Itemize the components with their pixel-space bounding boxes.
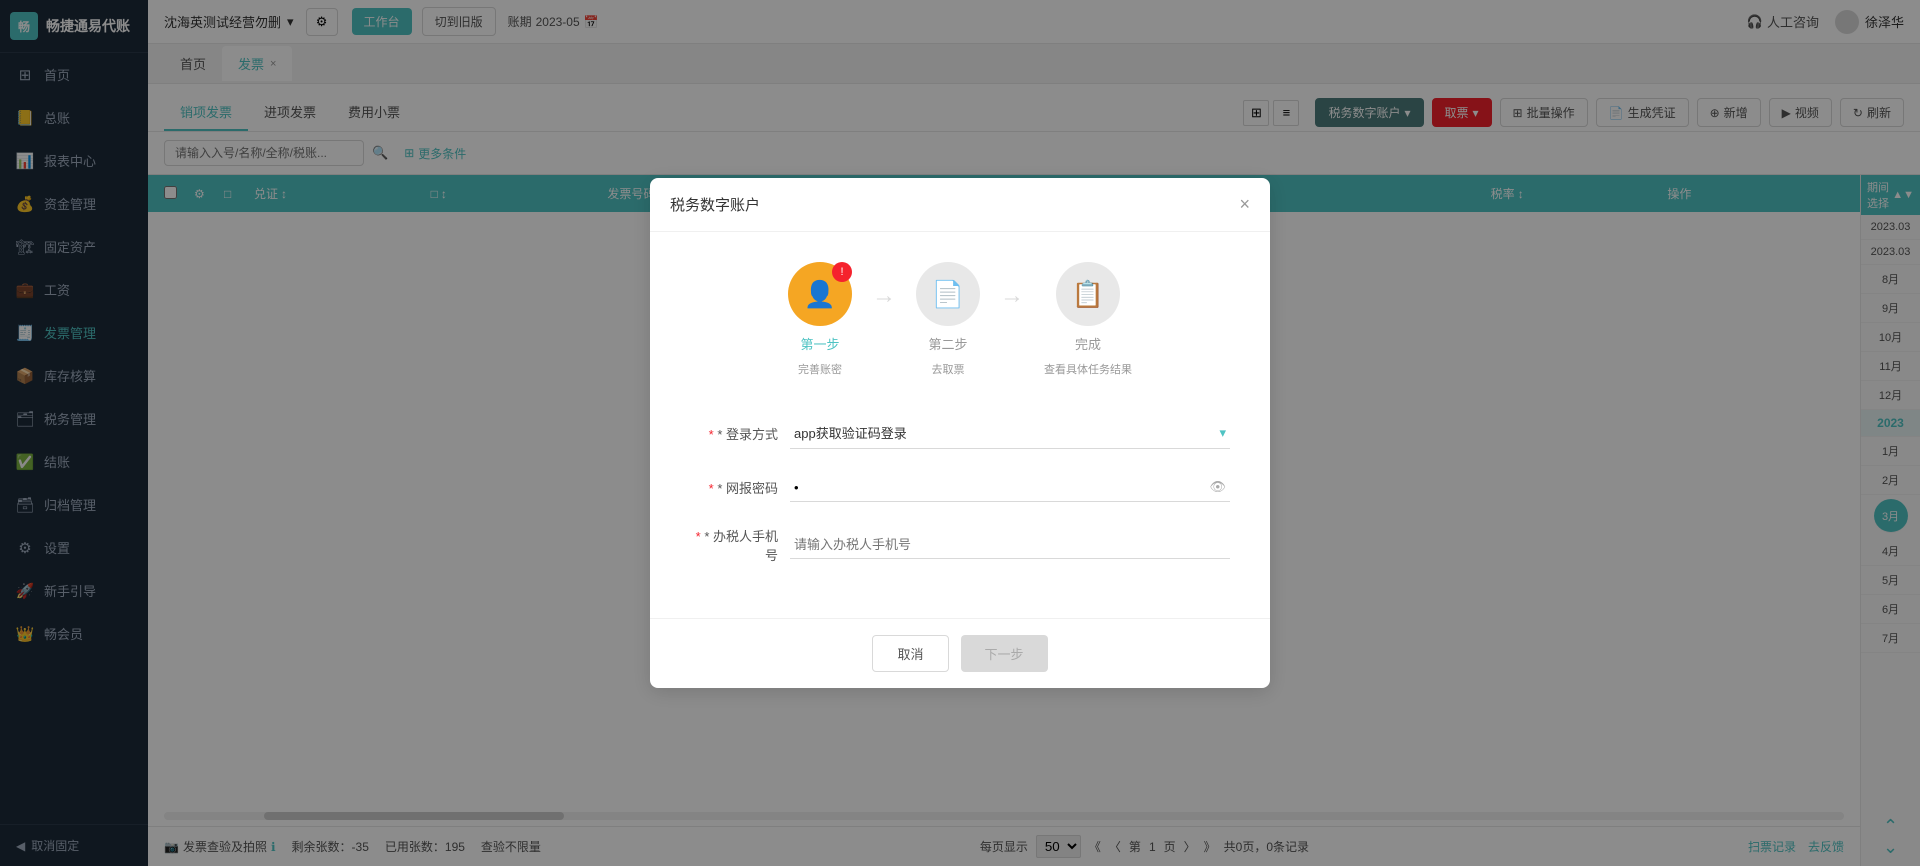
step1-icon-symbol: 👤 <box>804 279 836 310</box>
modal-header: 税务数字账户 × <box>650 178 1270 232</box>
login-method-row: * 登录方式 app获取验证码登录 ▾ <box>690 417 1230 449</box>
step1-desc: 完善账密 <box>798 361 842 377</box>
step1-badge-text: ! <box>840 266 843 278</box>
password-input[interactable] <box>794 480 1209 495</box>
phone-label: * 办税人手机号 <box>690 526 790 564</box>
step-arrow-2: → <box>980 262 1044 310</box>
step-3: 📋 完成 查看具体任务结果 <box>1044 262 1132 377</box>
login-method-value: app获取验证码登录 <box>794 423 907 442</box>
next-btn[interactable]: 下一步 <box>961 635 1048 672</box>
step-1: 👤 ! 第一步 完善账密 <box>788 262 852 377</box>
steps: 👤 ! 第一步 完善账密 → 📄 第二步 去取票 <box>690 262 1230 377</box>
step2-icon: 📄 <box>916 262 980 326</box>
password-field: 👁 <box>790 473 1230 502</box>
step2-label: 第二步 <box>928 334 967 353</box>
step2-desc: 去取票 <box>932 361 965 377</box>
modal-footer: 取消 下一步 <box>650 618 1270 688</box>
login-method-label: * 登录方式 <box>690 424 790 443</box>
phone-row: * 办税人手机号 <box>690 526 1230 564</box>
step2-icon-symbol: 📄 <box>932 279 964 310</box>
step-arrow-1: → <box>852 262 916 310</box>
step1-icon: 👤 ! <box>788 262 852 326</box>
step3-label: 完成 <box>1075 334 1101 353</box>
step3-icon-symbol: 📋 <box>1072 279 1104 310</box>
phone-input[interactable] <box>790 531 1230 559</box>
password-toggle-icon[interactable]: 👁 <box>1209 479 1226 495</box>
modal-close-btn[interactable]: × <box>1239 194 1250 215</box>
cancel-btn[interactable]: 取消 <box>872 635 948 672</box>
password-row: * 网报密码 👁 <box>690 473 1230 502</box>
modal: 税务数字账户 × 👤 ! 第一步 完善账密 → <box>650 178 1270 688</box>
modal-title: 税务数字账户 <box>670 194 760 215</box>
step3-desc: 查看具体任务结果 <box>1044 361 1132 377</box>
step1-label: 第一步 <box>800 334 839 353</box>
modal-body: 👤 ! 第一步 完善账密 → 📄 第二步 去取票 <box>650 232 1270 618</box>
password-label: * 网报密码 <box>690 478 790 497</box>
step1-badge: ! <box>832 262 852 282</box>
login-method-dropdown-icon: ▾ <box>1219 425 1226 441</box>
step-2: 📄 第二步 去取票 <box>916 262 980 377</box>
modal-overlay: 税务数字账户 × 👤 ! 第一步 完善账密 → <box>0 0 1920 866</box>
login-method-select[interactable]: app获取验证码登录 ▾ <box>790 417 1230 449</box>
step3-icon: 📋 <box>1056 262 1120 326</box>
